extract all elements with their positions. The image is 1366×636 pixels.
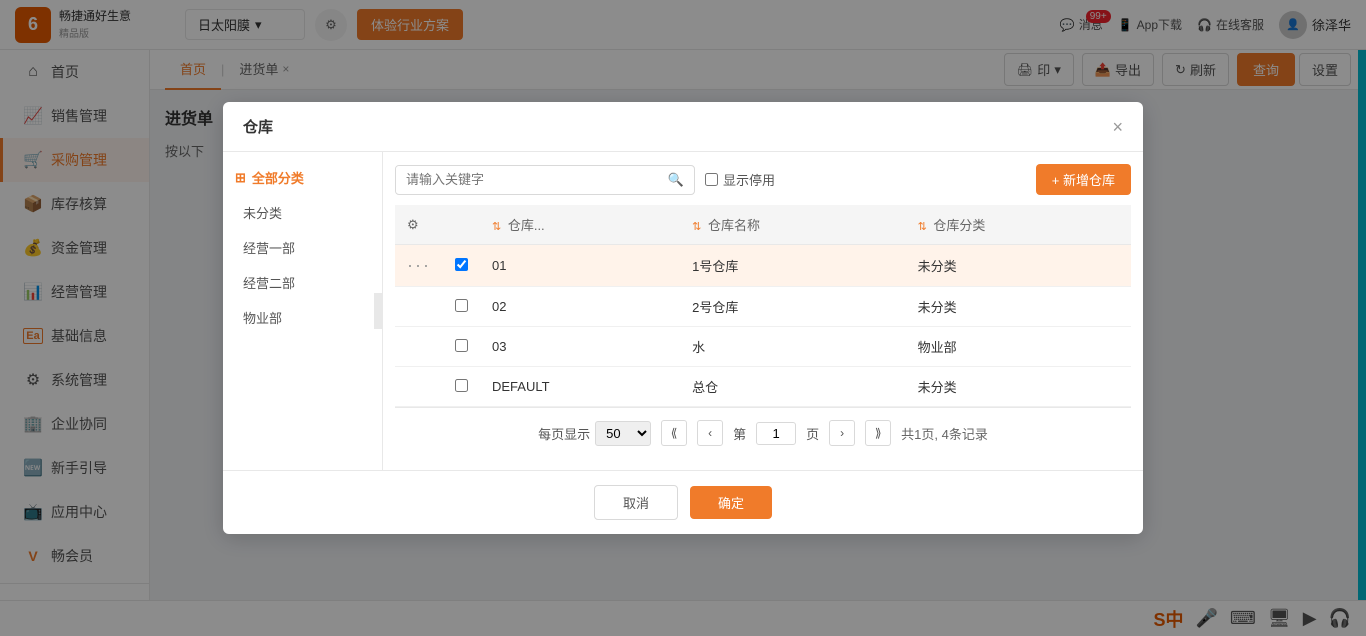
page-prev-button[interactable]: ‹ [697, 420, 723, 446]
cancel-button[interactable]: 取消 [594, 485, 678, 520]
row-category: 物业部 [906, 327, 1131, 367]
th-category[interactable]: ⇅ 仓库分类 [906, 205, 1131, 245]
row-name: 总仓 [680, 367, 905, 407]
modal-close-button[interactable]: × [1112, 118, 1123, 136]
th-name[interactable]: ⇅ 仓库名称 [680, 205, 905, 245]
table-row[interactable]: 02 2号仓库 未分类 [395, 287, 1131, 327]
page-unit: 页 [806, 424, 819, 443]
modal-overlay[interactable]: 仓库 × ⊞ 全部分类 未分类 经营一部 经营二部 物业部 《 [0, 0, 1366, 636]
table-panel: 🔍 显示停用 + 新增仓库 ⚙ [383, 152, 1143, 470]
row-checkbox[interactable] [455, 299, 468, 312]
modal-body: ⊞ 全部分类 未分类 经营一部 经营二部 物业部 《 🔍 [223, 152, 1143, 470]
row-number: 03 [480, 327, 680, 367]
search-icon[interactable]: 🔍 [658, 166, 694, 194]
row-checkbox[interactable] [455, 258, 468, 271]
row-number: 01 [480, 245, 680, 287]
modal-footer: 取消 确定 [223, 470, 1143, 534]
show-disabled-checkbox[interactable] [705, 173, 718, 186]
table-gear-icon: ⚙ [407, 217, 419, 232]
page-size-dropdown[interactable]: 102050100 [595, 421, 651, 446]
sort-name-icon: ⇅ [692, 221, 701, 233]
page-input[interactable] [756, 422, 796, 445]
page-first-button[interactable]: ⟪ [661, 420, 687, 446]
row-actions-cell [395, 367, 443, 407]
table-row[interactable]: 03 水 物业部 [395, 327, 1131, 367]
category-item-2[interactable]: 经营二部 [223, 265, 382, 300]
row-checkbox[interactable] [455, 379, 468, 392]
sort-category-icon: ⇅ [918, 221, 927, 233]
row-number: DEFAULT [480, 367, 680, 407]
category-all[interactable]: ⊞ 全部分类 [223, 160, 382, 195]
table-header: ⚙ ⇅ 仓库... ⇅ 仓库名称 [395, 205, 1131, 245]
category-panel: ⊞ 全部分类 未分类 经营一部 经营二部 物业部 《 [223, 152, 383, 470]
table-toolbar: 🔍 显示停用 + 新增仓库 [395, 164, 1131, 195]
confirm-button[interactable]: 确定 [690, 486, 772, 519]
th-settings[interactable]: ⚙ [395, 205, 443, 245]
row-name: 水 [680, 327, 905, 367]
row-category: 未分类 [906, 245, 1131, 287]
table-scroll: ⚙ ⇅ 仓库... ⇅ 仓库名称 [395, 205, 1131, 407]
row-name: 1号仓库 [680, 245, 905, 287]
add-warehouse-button[interactable]: + 新增仓库 [1036, 164, 1131, 195]
page-total: 共1页, 4条记录 [901, 424, 988, 443]
row-check-cell [443, 287, 480, 327]
modal-title: 仓库 [243, 116, 273, 137]
table-row[interactable]: ··· 01 1号仓库 未分类 [395, 245, 1131, 287]
show-disabled-label[interactable]: 显示停用 [705, 170, 775, 189]
row-category: 未分类 [906, 367, 1131, 407]
row-checkbox[interactable] [455, 339, 468, 352]
table-body: ··· 01 1号仓库 未分类 02 2号仓库 未分类 03 水 物业部 [395, 245, 1131, 407]
row-name: 2号仓库 [680, 287, 905, 327]
category-all-label: 全部分类 [252, 168, 304, 187]
modal-header: 仓库 × [223, 102, 1143, 152]
warehouse-modal: 仓库 × ⊞ 全部分类 未分类 经营一部 经营二部 物业部 《 [223, 102, 1143, 534]
table-row[interactable]: DEFAULT 总仓 未分类 [395, 367, 1131, 407]
page-size-select: 每页显示 102050100 [538, 421, 651, 446]
row-check-cell [443, 327, 480, 367]
th-number[interactable]: ⇅ 仓库... [480, 205, 680, 245]
page-next-button[interactable]: › [829, 420, 855, 446]
category-item-0[interactable]: 未分类 [223, 195, 382, 230]
warehouse-table: ⚙ ⇅ 仓库... ⇅ 仓库名称 [395, 205, 1131, 407]
row-category: 未分类 [906, 287, 1131, 327]
row-check-cell [443, 245, 480, 287]
row-more-icon[interactable]: ··· [407, 255, 431, 275]
page-size-label: 每页显示 [538, 424, 590, 443]
search-input-wrap: 🔍 [395, 165, 695, 195]
row-actions-cell: ··· [395, 245, 443, 287]
row-actions-cell [395, 327, 443, 367]
show-disabled-text: 显示停用 [723, 170, 775, 189]
page-label: 第 [733, 424, 746, 443]
row-check-cell [443, 367, 480, 407]
row-actions-cell [395, 287, 443, 327]
category-item-1[interactable]: 经营一部 [223, 230, 382, 265]
category-item-3[interactable]: 物业部 [223, 300, 382, 335]
search-input[interactable] [396, 166, 658, 193]
category-grid-icon: ⊞ [235, 170, 246, 186]
th-checkbox [443, 205, 480, 245]
pagination: 每页显示 102050100 ⟪ ‹ 第 页 › ⟫ 共1页, 4条记录 [395, 407, 1131, 458]
category-collapse-button[interactable]: 《 [374, 293, 383, 329]
sort-number-icon: ⇅ [492, 221, 501, 233]
row-number: 02 [480, 287, 680, 327]
page-last-button[interactable]: ⟫ [865, 420, 891, 446]
